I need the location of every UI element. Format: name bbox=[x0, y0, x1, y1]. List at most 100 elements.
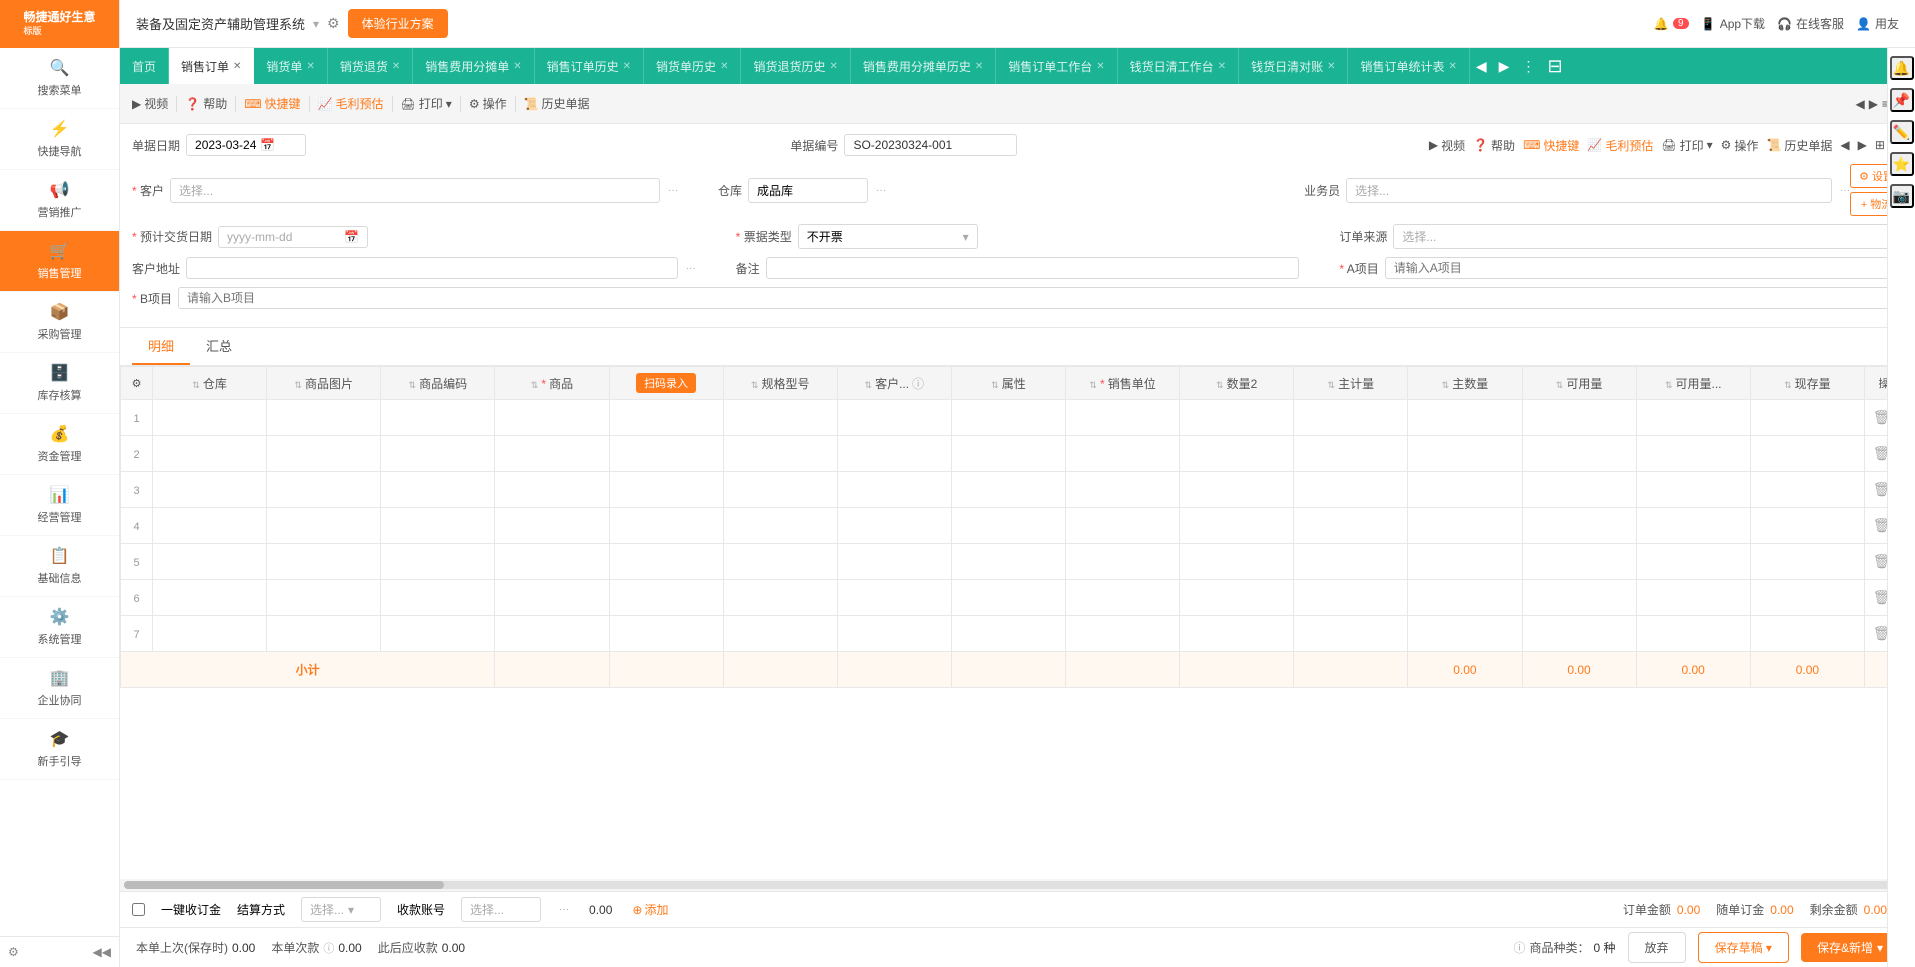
history-button[interactable]: 📜 历史单据 bbox=[524, 95, 590, 112]
tab-detail[interactable]: 明细 bbox=[132, 328, 190, 365]
tab-close-icon[interactable]: ✕ bbox=[392, 61, 400, 72]
cell-spec[interactable] bbox=[723, 400, 837, 436]
cell-attr[interactable] bbox=[951, 580, 1065, 616]
cell-main-unit[interactable] bbox=[1294, 616, 1408, 652]
payment-method-select[interactable]: 选择... ▾ bbox=[301, 897, 381, 922]
sidebar-item-marketing[interactable]: 📢 营销推广 bbox=[0, 170, 119, 231]
cell-main-qty[interactable] bbox=[1408, 616, 1522, 652]
dropdown-arrow-icon[interactable]: ▾ bbox=[313, 17, 319, 31]
cell-unit[interactable] bbox=[1066, 616, 1180, 652]
right-icon-pin[interactable]: 📌 bbox=[1890, 88, 1914, 112]
cell-unit[interactable] bbox=[1066, 436, 1180, 472]
tab-daily-account[interactable]: 钱货日清对账 ✕ bbox=[1239, 48, 1348, 84]
save-draft-button[interactable]: 保存草稿 ▾ bbox=[1698, 932, 1789, 963]
sidebar-item-operations[interactable]: 📊 经营管理 bbox=[0, 475, 119, 536]
customer-ellipsis[interactable]: ··· bbox=[668, 185, 678, 196]
cell-main-qty[interactable] bbox=[1408, 472, 1522, 508]
view-video-btn[interactable]: ▶ 视频 bbox=[1429, 137, 1465, 154]
cell-spec[interactable] bbox=[723, 544, 837, 580]
app-download-button[interactable]: 📱 App下载 bbox=[1701, 15, 1765, 32]
tab-close-icon[interactable]: ✕ bbox=[1096, 61, 1104, 72]
tab-close-icon[interactable]: ✕ bbox=[233, 61, 241, 72]
cell-attr[interactable] bbox=[951, 472, 1065, 508]
right-icon-bell[interactable]: 🔔 bbox=[1890, 56, 1914, 80]
cell-code[interactable] bbox=[381, 580, 495, 616]
cell-spec[interactable] bbox=[723, 436, 837, 472]
number-input[interactable] bbox=[844, 134, 1017, 156]
user-button[interactable]: 👤 用友 bbox=[1856, 15, 1899, 32]
settings-icon[interactable]: ⚙ bbox=[327, 15, 340, 32]
tab-close-icon[interactable]: ✕ bbox=[306, 61, 314, 72]
cell-unit[interactable] bbox=[1066, 400, 1180, 436]
tab-close-icon[interactable]: ✕ bbox=[1218, 61, 1226, 72]
discard-button[interactable]: 放弃 bbox=[1628, 932, 1686, 963]
cell-warehouse[interactable] bbox=[153, 472, 267, 508]
cell-customer-code[interactable] bbox=[837, 580, 951, 616]
cell-warehouse[interactable] bbox=[153, 436, 267, 472]
cell-goods[interactable] bbox=[495, 544, 609, 580]
th-avail2[interactable]: ⇅ 可用量... bbox=[1636, 367, 1750, 400]
tab-fee-history[interactable]: 销售费用分摊单历史 ✕ bbox=[851, 48, 996, 84]
sidebar-item-capital[interactable]: 💰 资金管理 bbox=[0, 414, 119, 475]
online-service-button[interactable]: 🎧 在线客服 bbox=[1777, 15, 1844, 32]
cell-customer-code[interactable] bbox=[837, 472, 951, 508]
print-btn2[interactable]: 🖨 打印 ▾ bbox=[1661, 137, 1712, 154]
cell-main-unit[interactable] bbox=[1294, 472, 1408, 508]
tab-nav-prev[interactable]: ◀ bbox=[1470, 58, 1493, 75]
receipt-select[interactable]: 选择... bbox=[461, 897, 541, 922]
tab-sales-invoice[interactable]: 销货单 ✕ bbox=[254, 48, 327, 84]
cell-goods[interactable] bbox=[495, 616, 609, 652]
cell-main-qty[interactable] bbox=[1408, 544, 1522, 580]
tab-sales-order-history[interactable]: 销售订单历史 ✕ bbox=[535, 48, 644, 84]
cell-customer-code[interactable] bbox=[837, 508, 951, 544]
cell-qty2[interactable] bbox=[1180, 472, 1294, 508]
cell-spec[interactable] bbox=[723, 580, 837, 616]
th-spec[interactable]: ⇅ 规格型号 bbox=[723, 367, 837, 400]
cell-qty2[interactable] bbox=[1180, 400, 1294, 436]
cell-qty2[interactable] bbox=[1180, 544, 1294, 580]
cell-goods[interactable] bbox=[495, 580, 609, 616]
cell-attr[interactable] bbox=[951, 400, 1065, 436]
tab-close-icon[interactable]: ✕ bbox=[1327, 61, 1335, 72]
order-source-select[interactable]: 选择... ▾ bbox=[1393, 224, 1903, 249]
invoice-select[interactable]: 不开票 ▾ bbox=[798, 224, 978, 249]
address-input[interactable] bbox=[186, 257, 678, 279]
tab-close-icon[interactable]: ✕ bbox=[975, 61, 983, 72]
th-stock[interactable]: ⇅ 现存量 bbox=[1750, 367, 1864, 400]
nav-prev-button[interactable]: ◀ bbox=[1855, 97, 1864, 111]
notification-button[interactable]: 🔔 9 bbox=[1654, 17, 1689, 31]
shortcut-btn2[interactable]: ⌨ 快捷键 bbox=[1523, 137, 1579, 154]
th-unit[interactable]: ⇅ * 销售单位 bbox=[1066, 367, 1180, 400]
right-icon-edit[interactable]: ✏️ bbox=[1890, 120, 1914, 144]
cell-code[interactable] bbox=[381, 472, 495, 508]
grid-icon-btn[interactable]: ⊞ bbox=[1875, 138, 1885, 152]
cell-warehouse[interactable] bbox=[153, 580, 267, 616]
warehouse-ellipsis[interactable]: ··· bbox=[876, 185, 886, 196]
date-input[interactable]: 2023-03-24 📅 bbox=[186, 134, 306, 156]
tab-close-icon[interactable]: ✕ bbox=[829, 61, 837, 72]
tab-daily-workbench[interactable]: 钱货日清工作台 ✕ bbox=[1118, 48, 1239, 84]
cell-spec[interactable] bbox=[723, 616, 837, 652]
cell-main-unit[interactable] bbox=[1294, 580, 1408, 616]
tab-layout[interactable]: ⊟ bbox=[1541, 56, 1568, 77]
add-button[interactable]: ⊕ 添加 bbox=[632, 901, 668, 918]
warehouse-select[interactable]: 成品库 bbox=[748, 178, 868, 203]
tab-close-icon[interactable]: ✕ bbox=[1449, 61, 1457, 72]
cell-main-qty[interactable] bbox=[1408, 400, 1522, 436]
customer-select[interactable]: 选择... bbox=[170, 178, 660, 203]
profit-button[interactable]: 📈 毛利预估 bbox=[318, 95, 384, 112]
th-customer-code[interactable]: ⇅ 客户... ⓘ bbox=[837, 367, 951, 400]
cell-goods[interactable] bbox=[495, 472, 609, 508]
cell-spec[interactable] bbox=[723, 472, 837, 508]
cell-qty2[interactable] bbox=[1180, 436, 1294, 472]
cell-attr[interactable] bbox=[951, 508, 1065, 544]
tab-sales-return[interactable]: 销货退货 ✕ bbox=[328, 48, 413, 84]
receipt-ellipsis[interactable]: ··· bbox=[559, 904, 569, 915]
th-warehouse[interactable]: ⇅ 仓库 bbox=[153, 367, 267, 400]
sidebar-item-enterprise[interactable]: 🏢 企业协同 bbox=[0, 658, 119, 719]
sidebar-item-quick-nav[interactable]: ⚡ 快捷导航 bbox=[0, 109, 119, 170]
cell-attr[interactable] bbox=[951, 544, 1065, 580]
profit-btn2[interactable]: 📈 毛利预估 bbox=[1587, 137, 1653, 154]
right-icon-camera[interactable]: 📷 bbox=[1890, 184, 1914, 208]
th-goods[interactable]: ⇅ * 商品 bbox=[495, 367, 609, 400]
